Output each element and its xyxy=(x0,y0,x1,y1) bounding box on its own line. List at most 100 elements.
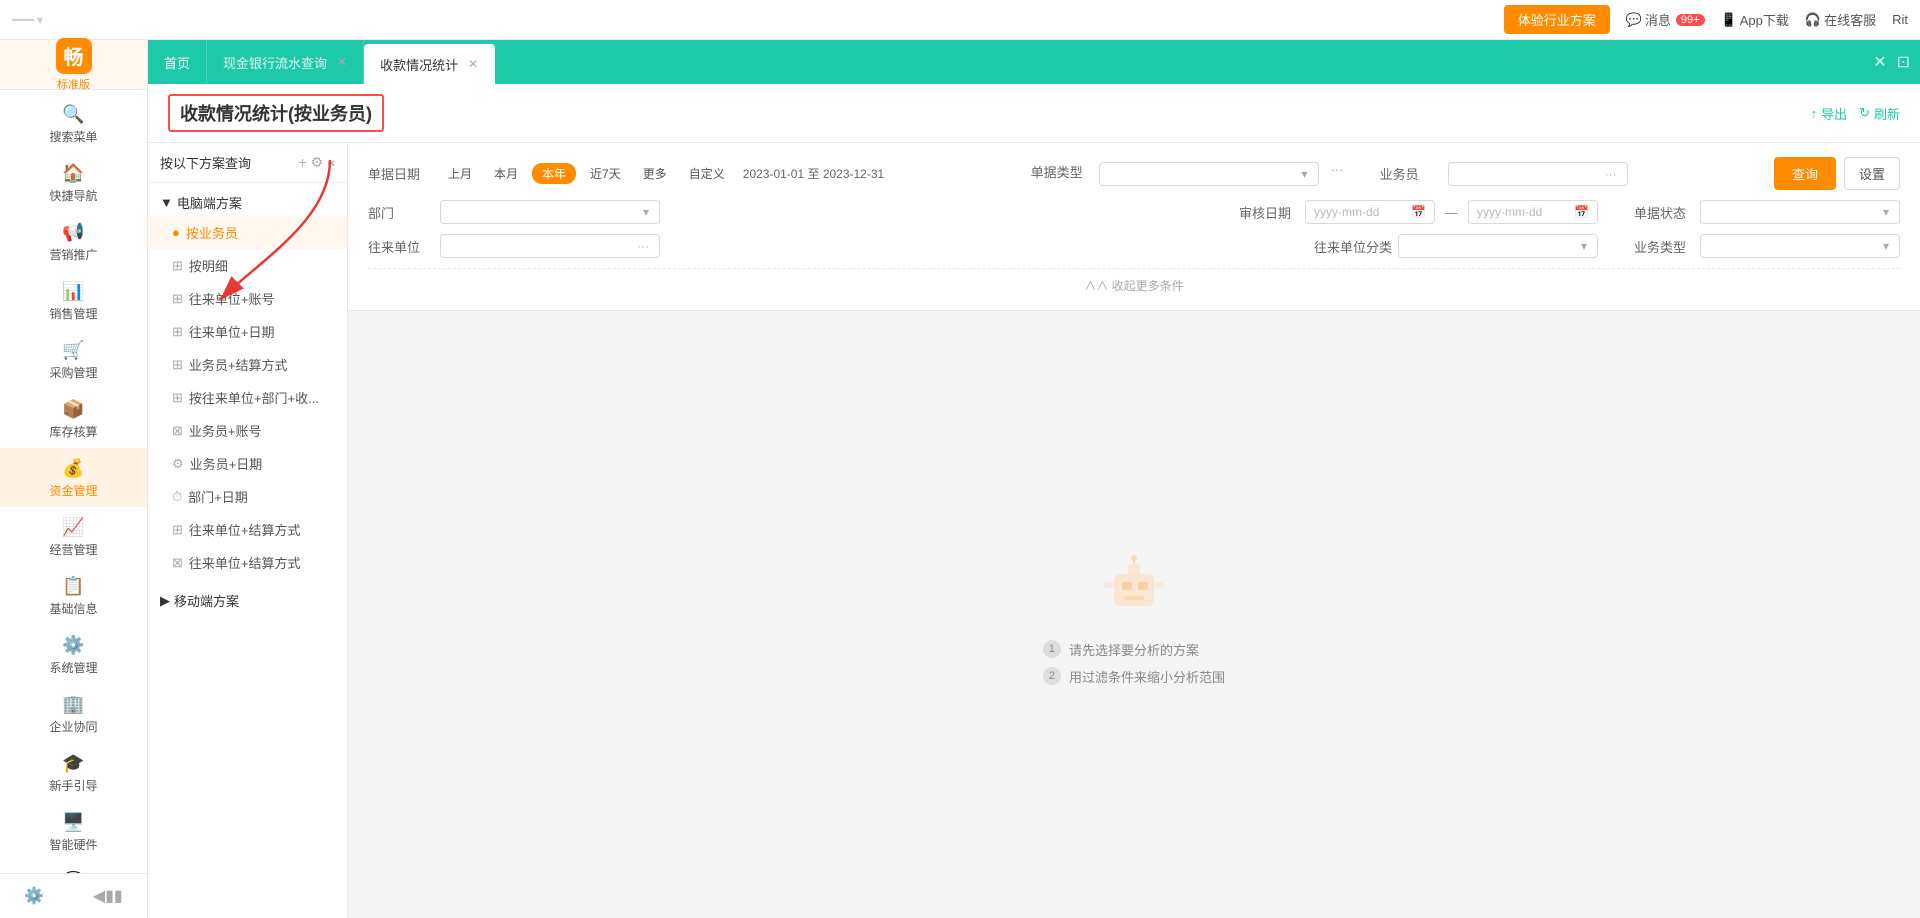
tree-item-salesperson-account[interactable]: ⊠ 业务员+账号 xyxy=(148,414,347,447)
sidebar-item-inventory[interactable]: 📦 库存核算 xyxy=(0,389,147,448)
collapse-btn[interactable]: ◀▮▮ xyxy=(85,882,131,910)
sidebar-item-sales[interactable]: 📊 销售管理 xyxy=(0,271,147,330)
salesperson-label: 业务员 xyxy=(1380,164,1440,183)
tree-mobile-label: 移动端方案 xyxy=(174,591,239,610)
sidebar-logo: 畅 标准版 xyxy=(0,40,147,90)
add-scheme-btn[interactable]: + xyxy=(298,154,306,171)
system-icon: ⚙️ xyxy=(62,635,84,656)
sidebar-item-quick-nav[interactable]: 🏠 快捷导航 xyxy=(0,153,147,212)
doc-status-select[interactable]: ▾ xyxy=(1700,200,1900,224)
close-window-btn[interactable]: ✕ xyxy=(1873,52,1886,72)
service-icon: 🎧 xyxy=(1805,12,1821,28)
dept-select[interactable]: ▾ xyxy=(440,200,660,224)
tree-item-counterpart-account[interactable]: ⊞ 往来单位+账号 xyxy=(148,282,347,315)
counterpart-label: 往来单位 xyxy=(368,237,428,256)
guide-icon: 🎓 xyxy=(62,753,84,774)
tab-bank-close[interactable]: ✕ xyxy=(337,55,347,69)
biz-type-select[interactable]: ▾ xyxy=(1700,234,1900,258)
sidebar-item-enterprise[interactable]: 🏢 企业协同 xyxy=(0,684,147,743)
message-area[interactable]: 💬 消息 99+ xyxy=(1626,10,1705,29)
date-tab-more[interactable]: 更多 xyxy=(635,163,675,184)
collapse-icon: ∧∧ xyxy=(1084,279,1108,293)
review-date-to[interactable]: yyyy-mm-dd 📅 xyxy=(1468,200,1598,224)
sidebar-item-wechat[interactable]: 💬 企业微信 xyxy=(0,861,147,873)
scheme-settings-btn[interactable]: ⚙ xyxy=(311,154,324,171)
sidebar-item-search[interactable]: 🔍 搜索菜单 xyxy=(0,94,147,153)
dept-chevron: ▾ xyxy=(643,205,649,219)
tree-item-counterpart-settlement2[interactable]: ⊠ 往来单位+结算方式 xyxy=(148,546,347,579)
hint-num-1: 1 xyxy=(1043,640,1061,658)
date-tab-this-month[interactable]: 本月 xyxy=(486,163,526,184)
sidebar-item-guide[interactable]: 🎓 新手引导 xyxy=(0,743,147,802)
detail-icon: ⊞ xyxy=(172,258,183,274)
tab-receivable[interactable]: 收款情况统计 ✕ xyxy=(364,44,495,84)
tree-item-counterpart-dept[interactable]: ⊞ 按往来单位+部门+收... xyxy=(148,381,347,414)
tree-item-salesperson-date[interactable]: ⚙ 业务员+日期 xyxy=(148,447,347,480)
maximize-btn[interactable]: ⊡ xyxy=(1897,52,1910,72)
date-tab-custom[interactable]: 自定义 xyxy=(681,163,733,184)
counterpart-more-btn[interactable]: ··· xyxy=(637,239,649,253)
review-date-from[interactable]: yyyy-mm-dd 📅 xyxy=(1305,200,1435,224)
tree-item-salesperson-settlement[interactable]: ⊞ 业务员+结算方式 xyxy=(148,348,347,381)
tab-bank[interactable]: 现金银行流水查询 ✕ xyxy=(207,40,364,84)
date-tab-group: 上月 本月 本年 近7天 更多 自定义 2023-01-01 至 2023-12… xyxy=(440,163,884,184)
settings-btn[interactable]: 设置 xyxy=(1844,157,1900,190)
collapse-more-btn[interactable]: ∧∧ 收起更多条件 xyxy=(368,268,1900,302)
search-icon: 🔍 xyxy=(62,104,84,125)
collapse-label: 收起更多条件 xyxy=(1112,279,1184,293)
tab-home[interactable]: 首页 xyxy=(148,40,207,84)
hardware-icon: 🖥️ xyxy=(62,812,84,833)
tree-arrow-right: ▶ xyxy=(160,593,170,609)
query-btn[interactable]: 查询 xyxy=(1774,157,1836,190)
doc-type-more-btn[interactable]: ··· xyxy=(1331,162,1344,186)
tree-item-label: 业务员+日期 xyxy=(190,454,263,473)
tree-item-label: 按往来单位+部门+收... xyxy=(189,388,319,407)
sidebar-item-hardware[interactable]: 🖥️ 智能硬件 xyxy=(0,802,147,861)
sidebar-item-system[interactable]: ⚙️ 系统管理 xyxy=(0,625,147,684)
tree-section: ▼ 电脑端方案 ● 按业务员 ⊞ 按明细 ⊞ 往来单位+账号 xyxy=(148,183,347,618)
date-tab-7days[interactable]: 近7天 xyxy=(582,163,629,184)
counterpart-class-chevron: ▾ xyxy=(1581,239,1587,253)
tree-item-by-detail[interactable]: ⊞ 按明细 xyxy=(148,249,347,282)
app-download[interactable]: 📱 App下载 xyxy=(1721,10,1789,29)
tree-item-by-salesperson[interactable]: ● 按业务员 xyxy=(148,216,347,249)
top-bar-right: 体验行业方案 💬 消息 99+ 📱 App下载 🎧 在线客服 Rit xyxy=(1504,5,1908,34)
sidebar-item-marketing[interactable]: 📢 营销推广 xyxy=(0,212,147,271)
tree-desktop-group[interactable]: ▼ 电脑端方案 xyxy=(148,187,347,216)
counterpart-class-select[interactable]: ▾ xyxy=(1398,234,1598,258)
user-name[interactable]: Rit xyxy=(1892,12,1908,27)
counterpart-class-label: 往来单位分类 xyxy=(1314,237,1392,256)
biz-type-chevron: ▾ xyxy=(1883,239,1889,253)
salesperson-select[interactable]: ··· xyxy=(1448,162,1628,186)
doc-type-select[interactable]: ▾ xyxy=(1099,162,1319,186)
tree-item-counterpart-date[interactable]: ⊞ 往来单位+日期 xyxy=(148,315,347,348)
review-date-field: 审核日期 yyyy-mm-dd 📅 — yyyy-mm-dd 📅 xyxy=(1239,200,1598,224)
online-service[interactable]: 🎧 在线客服 xyxy=(1805,10,1876,29)
biz-type-label: 业务类型 xyxy=(1634,237,1694,256)
tree-item-dept-date[interactable]: ⏱ 部门+日期 xyxy=(148,480,347,513)
filter-area: 单据日期 上月 本月 本年 近7天 更多 自定义 2023-01-01 至 20… xyxy=(348,143,1920,311)
sidebar-item-base[interactable]: 📋 基础信息 xyxy=(0,566,147,625)
date-tab-last-month[interactable]: 上月 xyxy=(440,163,480,184)
export-btn[interactable]: ↑ 导出 xyxy=(1811,104,1848,123)
message-label: 消息 xyxy=(1645,10,1671,29)
settings-bottom-btn[interactable]: ⚙️ xyxy=(16,882,52,910)
tree-mobile-group[interactable]: ▶ 移动端方案 xyxy=(148,585,347,614)
page-title: 收款情况统计(按业务员) xyxy=(168,94,384,132)
chart-icon: ⊞ xyxy=(172,357,183,373)
date-tab-this-year[interactable]: 本年 xyxy=(532,163,576,184)
counterpart-select[interactable]: ··· xyxy=(440,234,660,258)
doc-type-field: 单据类型 ▾ ··· xyxy=(1031,162,1344,186)
tree-item-label: 业务员+结算方式 xyxy=(189,355,288,374)
purchase-icon: 🛒 xyxy=(62,340,84,361)
sidebar-item-operations[interactable]: 📈 经营管理 xyxy=(0,507,147,566)
page-actions: ↑ 导出 ↻ 刷新 xyxy=(1811,104,1900,123)
try-industry-btn[interactable]: 体验行业方案 xyxy=(1504,5,1610,34)
sidebar-item-purchase[interactable]: 🛒 采购管理 xyxy=(0,330,147,389)
tree-item-counterpart-settlement1[interactable]: ⊞ 往来单位+结算方式 xyxy=(148,513,347,546)
refresh-btn[interactable]: ↻ 刷新 xyxy=(1859,104,1900,123)
sidebar-item-finance[interactable]: 💰 资金管理 xyxy=(0,448,147,507)
date-from-value: yyyy-mm-dd xyxy=(1314,205,1379,219)
collapse-panel-btn[interactable]: « xyxy=(327,154,335,171)
tab-receivable-close[interactable]: ✕ xyxy=(468,57,478,71)
